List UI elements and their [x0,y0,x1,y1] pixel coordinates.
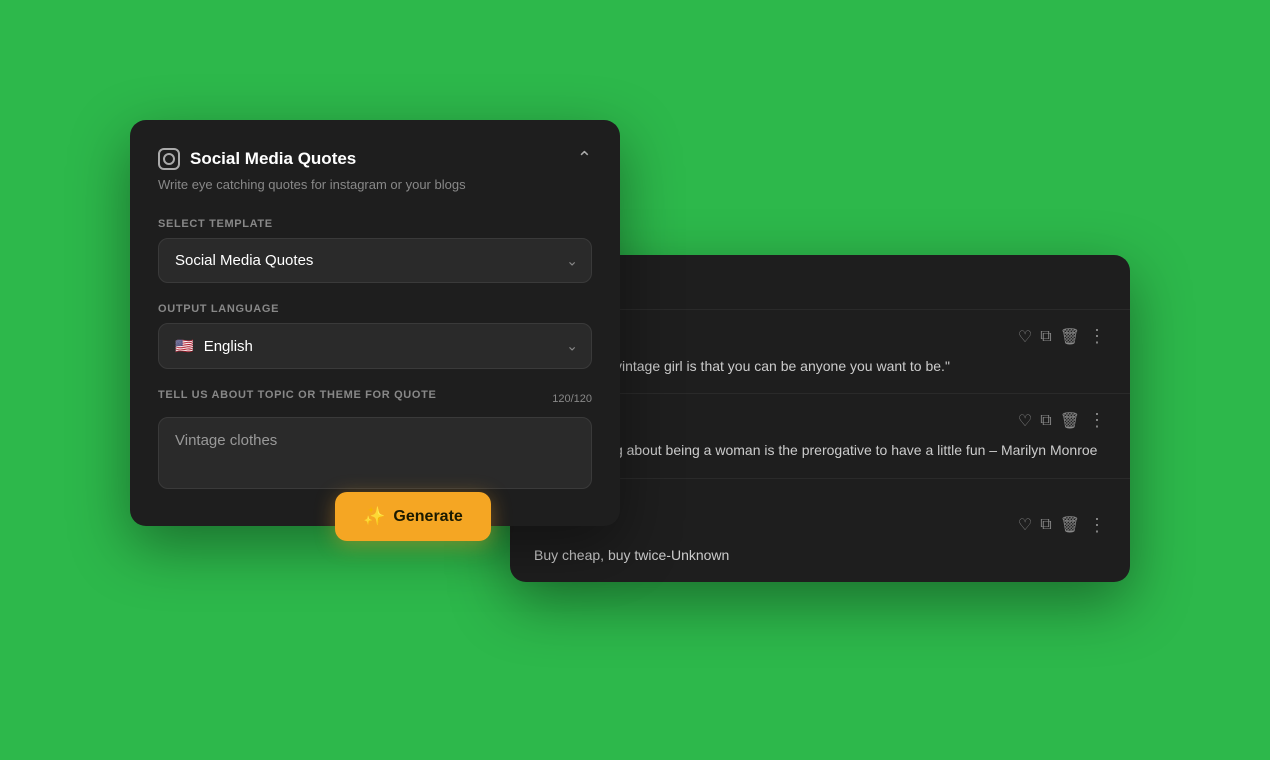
history-item-header: ♡ ⧉ 🗑 ⋮ [534,515,1106,536]
language-select[interactable]: 🇺🇸 English [158,323,592,369]
language-label: OUTPUT LANGUAGE [158,303,592,315]
language-flag: 🇺🇸 [175,337,194,355]
template-select-wrapper: Social Media Quotes ⌄ [158,238,592,283]
history-item-actions: ♡ ⧉ 🗑 ⋮ [1018,515,1106,536]
language-select-wrapper: 🇺🇸 English ⌄ [158,323,592,369]
panel-title-row: Social Media Quotes [158,148,356,170]
language-value: English [204,338,253,355]
more-options-icon[interactable]: ⋮ [1088,515,1106,536]
copy-icon[interactable]: ⧉ [1040,412,1051,430]
more-options-icon[interactable]: ⋮ [1088,410,1106,431]
history-item-actions: ♡ ⧉ 🗑 ⋮ [1018,326,1106,347]
char-count: 120/120 [552,393,592,405]
template-select[interactable]: Social Media Quotes [158,238,592,283]
delete-icon[interactable]: 🗑 [1060,411,1080,431]
favorite-icon[interactable]: ♡ [1018,411,1032,431]
copy-icon[interactable]: ⧉ [1040,328,1051,346]
topic-textarea[interactable] [158,417,592,489]
quote-text: Buy cheap, buy twice-Unknown [534,544,1106,566]
topic-field-row: TELL US ABOUT TOPIC OR THEME FOR QUOTE 1… [158,389,592,409]
template-field-group: SELECT TEMPLATE Social Media Quotes ⌄ [158,218,592,283]
more-options-icon[interactable]: ⋮ [1088,326,1106,347]
magic-icon: ✨ [363,506,385,527]
collapse-icon[interactable]: ⌃ [577,148,592,169]
generate-label: Generate [393,508,462,526]
topic-label: TELL US ABOUT TOPIC OR THEME FOR QUOTE [158,389,437,401]
language-field-group: OUTPUT LANGUAGE 🇺🇸 English ⌄ [158,303,592,369]
panel-subtitle: Write eye catching quotes for instagram … [158,176,592,194]
left-panel: Social Media Quotes ⌃ Write eye catching… [130,120,620,526]
instagram-icon [158,148,180,170]
generate-button[interactable]: ✨ Generate [335,492,491,541]
topic-field-group: TELL US ABOUT TOPIC OR THEME FOR QUOTE 1… [158,389,592,494]
history-item-actions: ♡ ⧉ 🗑 ⋮ [1018,410,1106,431]
delete-icon[interactable]: 🗑 [1060,327,1080,347]
panel-title: Social Media Quotes [190,149,356,169]
delete-icon[interactable]: 🗑 [1060,515,1080,535]
template-label: SELECT TEMPLATE [158,218,592,230]
favorite-icon[interactable]: ♡ [1018,515,1032,535]
panel-header: Social Media Quotes ⌃ [158,148,592,170]
copy-icon[interactable]: ⧉ [1040,516,1051,534]
favorite-icon[interactable]: ♡ [1018,327,1032,347]
